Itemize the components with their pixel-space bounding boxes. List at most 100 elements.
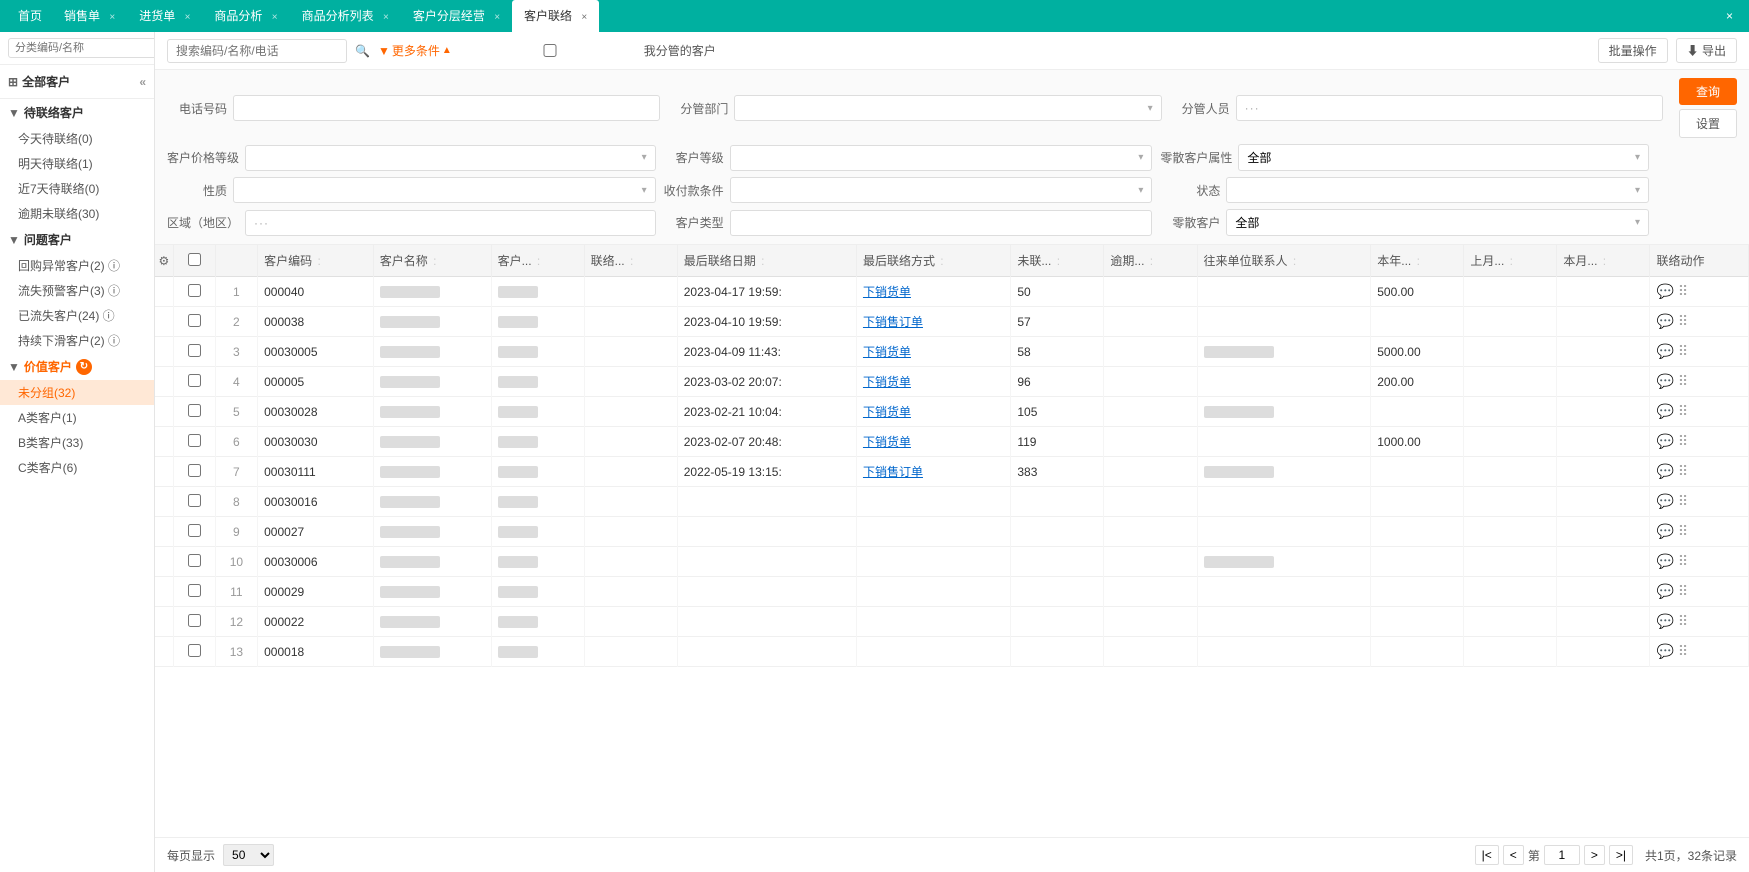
chat-icon[interactable]: 💬 <box>1656 373 1673 390</box>
row-checkbox[interactable] <box>188 494 201 507</box>
row-checkbox[interactable] <box>188 644 201 657</box>
sidebar-item-7day-pending[interactable]: 近7天待联络(0) <box>0 176 154 201</box>
sidebar-section-problem[interactable]: ▼ 问题客户 <box>0 226 154 253</box>
filter-dept-select[interactable]: ▾ <box>734 95 1161 121</box>
filter-customer-type-input[interactable] <box>730 210 1153 236</box>
row-checkbox[interactable] <box>188 404 201 417</box>
table-this-month-col[interactable]: 本月... : <box>1557 245 1650 277</box>
row-last-contact-method[interactable]: 下销货单 <box>856 427 1010 457</box>
chat-icon[interactable]: 💬 <box>1656 553 1673 570</box>
filter-payment-select[interactable]: ▾ <box>730 177 1153 203</box>
row-last-contact-method[interactable]: 下销货单 <box>856 397 1010 427</box>
filter-search-icon[interactable]: 🔍 <box>355 44 370 58</box>
table-this-year-col[interactable]: 本年... : <box>1371 245 1464 277</box>
more-icon[interactable]: ⠿ <box>1678 583 1688 600</box>
query-button[interactable]: 查询 <box>1679 78 1737 105</box>
tab-sales-order[interactable]: 销售单 × <box>52 0 127 32</box>
search-input[interactable] <box>167 39 347 63</box>
sidebar-item-today-pending[interactable]: 今天待联络(0) <box>0 126 154 151</box>
row-checkbox[interactable] <box>188 614 201 627</box>
sidebar-item-churned[interactable]: 已流失客户(24) ⓘ <box>0 303 154 328</box>
more-icon[interactable]: ⠿ <box>1678 433 1688 450</box>
row-last-contact-method[interactable]: 下销售订单 <box>856 457 1010 487</box>
more-icon[interactable]: ⠿ <box>1678 403 1688 420</box>
chat-icon[interactable]: 💬 <box>1656 463 1673 480</box>
sidebar-item-churn-warning[interactable]: 流失预警客户(3) ⓘ <box>0 278 154 303</box>
prev-page-btn[interactable]: < <box>1503 845 1524 865</box>
table-last-month-col[interactable]: 上月... : <box>1464 245 1557 277</box>
table-no-contact-col[interactable]: 未联... : <box>1011 245 1104 277</box>
row-checkbox[interactable] <box>188 464 201 477</box>
filter-region-input[interactable]: ··· <box>245 210 656 236</box>
select-all-checkbox[interactable] <box>188 253 201 266</box>
filter-manager-input[interactable]: ··· <box>1236 95 1663 121</box>
filter-price-level-select[interactable]: ▾ <box>245 145 656 171</box>
row-last-contact-method[interactable] <box>856 517 1010 547</box>
row-last-contact-method[interactable] <box>856 637 1010 667</box>
sidebar-search-input[interactable] <box>8 38 155 58</box>
per-page-select[interactable]: 50 100 200 <box>223 844 274 866</box>
row-last-contact-method[interactable]: 下销售订单 <box>856 307 1010 337</box>
row-checkbox[interactable] <box>188 584 201 597</box>
more-icon[interactable]: ⠿ <box>1678 343 1688 360</box>
more-conditions-btn[interactable]: ▼ 更多条件 ▲ <box>378 42 452 59</box>
first-page-btn[interactable]: |< <box>1475 845 1499 865</box>
chat-icon[interactable]: 💬 <box>1656 403 1673 420</box>
row-checkbox[interactable] <box>188 284 201 297</box>
sidebar-item-class-a[interactable]: A类客户(1) <box>0 405 154 430</box>
batch-ops-button[interactable]: 批量操作 <box>1598 38 1668 63</box>
row-checkbox[interactable] <box>188 524 201 537</box>
table-checkbox-all-col[interactable] <box>173 245 215 277</box>
page-number-input[interactable] <box>1544 845 1580 865</box>
chat-icon[interactable]: 💬 <box>1656 583 1673 600</box>
table-company-contact-col[interactable]: 往来单位联系人 : <box>1197 245 1371 277</box>
tab-product-analysis-list[interactable]: 商品分析列表 × <box>290 0 401 32</box>
row-checkbox[interactable] <box>188 434 201 447</box>
more-icon[interactable]: ⠿ <box>1678 613 1688 630</box>
row-last-contact-method[interactable] <box>856 547 1010 577</box>
more-icon[interactable]: ⠿ <box>1678 493 1688 510</box>
filter-phone-input[interactable] <box>233 95 660 121</box>
table-last-contact-date-col[interactable]: 最后联络日期 : <box>677 245 856 277</box>
sidebar-all-customers[interactable]: ⊞ 全部客户 « <box>0 65 154 99</box>
tab-customer-tier[interactable]: 客户分层经营 × <box>401 0 512 32</box>
table-type-col[interactable]: 客户... : <box>491 245 584 277</box>
chat-icon[interactable]: 💬 <box>1656 613 1673 630</box>
chat-icon[interactable]: 💬 <box>1656 433 1673 450</box>
more-icon[interactable]: ⠿ <box>1678 643 1688 660</box>
table-overdue-col[interactable]: 逾期... : <box>1104 245 1197 277</box>
last-page-btn[interactable]: >| <box>1609 845 1633 865</box>
close-purchase-order-icon[interactable]: × <box>185 12 191 23</box>
row-last-contact-method[interactable] <box>856 607 1010 637</box>
chat-icon[interactable]: 💬 <box>1656 313 1673 330</box>
more-icon[interactable]: ⠿ <box>1678 373 1688 390</box>
chat-icon[interactable]: 💬 <box>1656 283 1673 300</box>
filter-retail-select[interactable]: 全部 ▾ <box>1226 209 1649 236</box>
tab-purchase-order[interactable]: 进货单 × <box>127 0 202 32</box>
sidebar-section-pending[interactable]: ▼ 待联络客户 <box>0 99 154 126</box>
refresh-icon[interactable]: ↻ <box>76 359 92 375</box>
close-sales-order-icon[interactable]: × <box>109 12 115 23</box>
sidebar-item-overdue-pending[interactable]: 逾期未联络(30) <box>0 201 154 226</box>
table-settings-col[interactable]: ⚙ <box>155 245 173 277</box>
row-checkbox[interactable] <box>188 554 201 567</box>
sidebar-item-declining[interactable]: 持续下滑客户(2) ⓘ <box>0 328 154 353</box>
filter-nature-select[interactable]: ▾ <box>233 177 656 203</box>
close-window-icon[interactable]: × <box>1718 9 1741 23</box>
sidebar-item-class-b[interactable]: B类客户(33) <box>0 430 154 455</box>
row-last-contact-method[interactable] <box>856 487 1010 517</box>
row-last-contact-method[interactable]: 下销货单 <box>856 337 1010 367</box>
close-customer-tier-icon[interactable]: × <box>494 12 500 23</box>
sidebar-item-ungrouped[interactable]: 未分组(32) <box>0 380 154 405</box>
sidebar-item-tomorrow-pending[interactable]: 明天待联络(1) <box>0 151 154 176</box>
row-checkbox[interactable] <box>188 314 201 327</box>
row-last-contact-method[interactable]: 下销货单 <box>856 367 1010 397</box>
export-button[interactable]: ⬇ 导出 <box>1676 38 1737 63</box>
more-icon[interactable]: ⠿ <box>1678 463 1688 480</box>
chat-icon[interactable]: 💬 <box>1656 343 1673 360</box>
reset-button[interactable]: 设置 <box>1679 109 1737 138</box>
tab-customer-contact[interactable]: 客户联络 × <box>512 0 599 32</box>
chat-icon[interactable]: 💬 <box>1656 493 1673 510</box>
table-contact-col[interactable]: 联络... : <box>584 245 677 277</box>
sidebar-item-abnormal-repurchase[interactable]: 回购异常客户(2) ⓘ <box>0 253 154 278</box>
